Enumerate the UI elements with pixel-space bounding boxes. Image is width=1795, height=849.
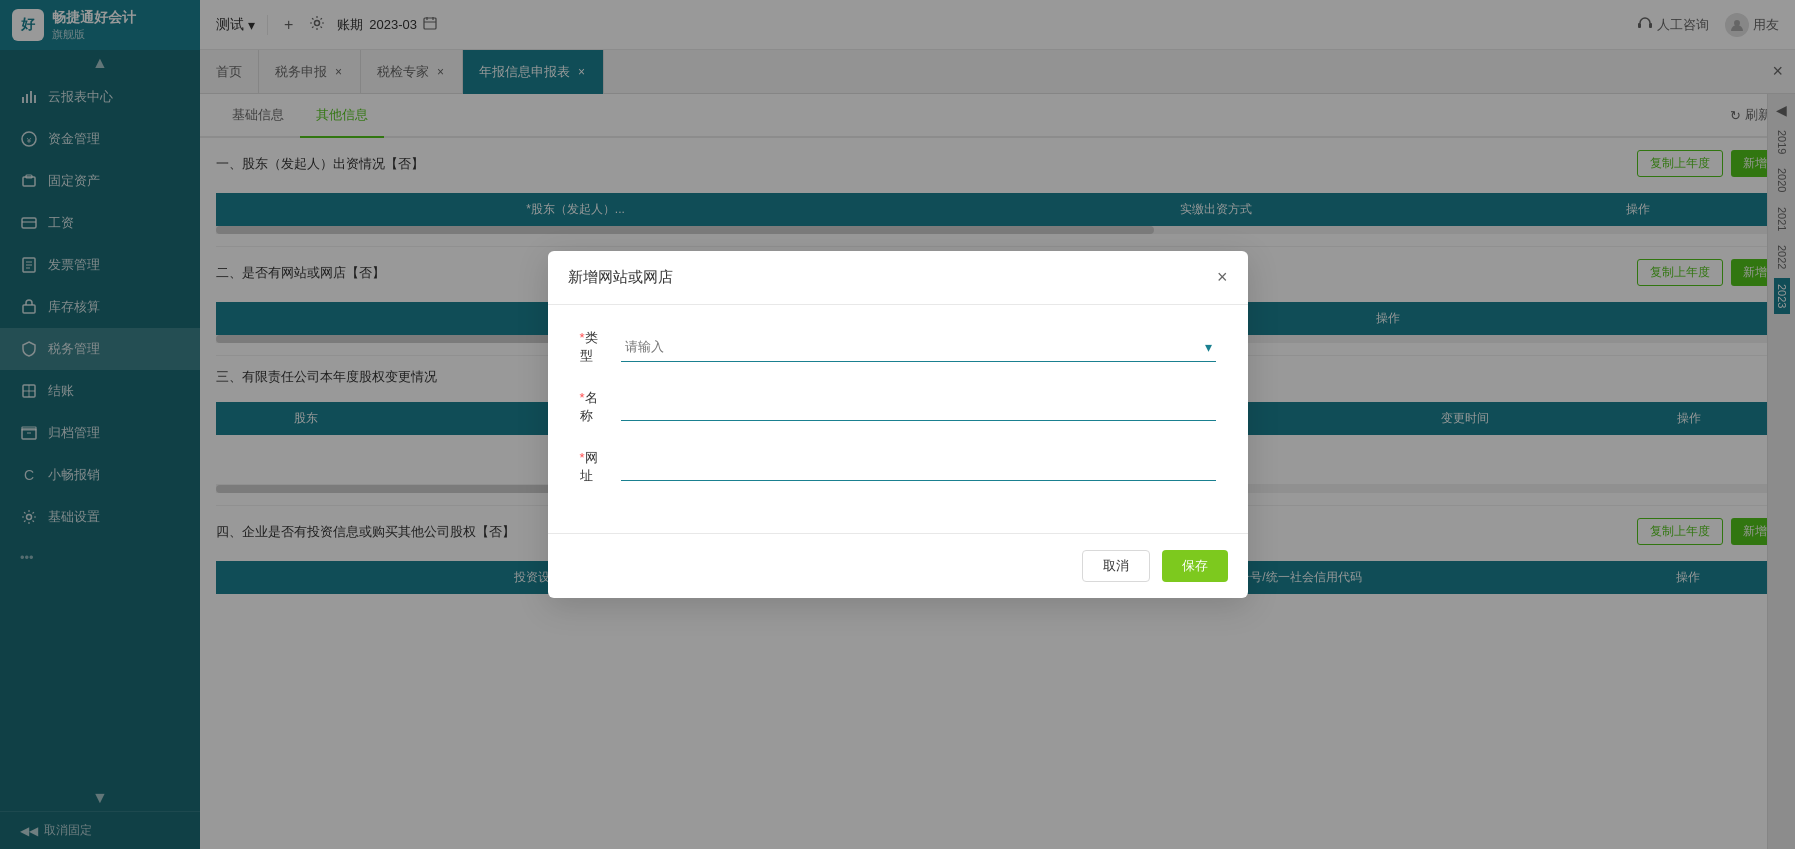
modal-overlay: 新增网站或网店 × *类型 ▾ *名 <box>0 0 1795 849</box>
name-input[interactable] <box>625 399 1212 414</box>
modal-close-button[interactable]: × <box>1217 267 1228 288</box>
modal-title: 新增网站或网店 <box>568 268 673 287</box>
form-label-type: *类型 <box>580 329 609 365</box>
url-field-container <box>621 453 1216 481</box>
form-row-type: *类型 ▾ <box>580 329 1216 365</box>
form-row-url: *网址 <box>580 449 1216 485</box>
modal-add-website: 新增网站或网店 × *类型 ▾ *名 <box>548 251 1248 598</box>
type-field-container: ▾ <box>621 333 1216 362</box>
type-dropdown-arrow[interactable]: ▾ <box>1205 339 1212 355</box>
required-star-url: * <box>580 450 585 465</box>
form-label-name: *名称 <box>580 389 609 425</box>
modal-body: *类型 ▾ *名称 <box>548 305 1248 533</box>
name-field-container <box>621 393 1216 421</box>
modal-footer: 取消 保存 <box>548 533 1248 598</box>
form-item-type: *类型 ▾ <box>580 329 1216 365</box>
form-label-url: *网址 <box>580 449 609 485</box>
modal-header: 新增网站或网店 × <box>548 251 1248 305</box>
form-item-name: *名称 <box>580 389 1216 425</box>
type-input[interactable] <box>625 339 1197 354</box>
required-star-type: * <box>580 330 585 345</box>
modal-cancel-button[interactable]: 取消 <box>1082 550 1150 582</box>
url-input[interactable] <box>625 459 1212 474</box>
form-row-name: *名称 <box>580 389 1216 425</box>
form-item-url: *网址 <box>580 449 1216 485</box>
modal-save-button[interactable]: 保存 <box>1162 550 1228 582</box>
required-star-name: * <box>580 390 585 405</box>
